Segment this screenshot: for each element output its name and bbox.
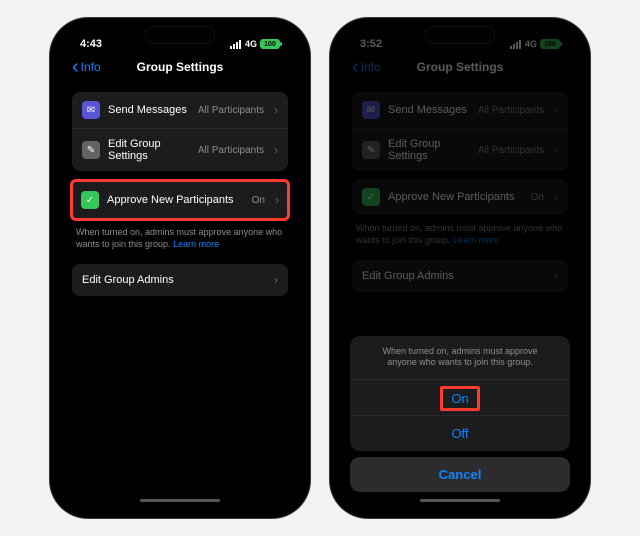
battery-icon: 100	[260, 39, 280, 49]
clock: 3:52	[360, 38, 382, 50]
status-right: 4G 100	[510, 39, 560, 49]
phone-right: 3:52 4G 100 Info Group Settings ✉ Send M…	[330, 18, 590, 518]
learn-more-link[interactable]: Learn more	[173, 239, 219, 249]
row-label: Send Messages	[388, 104, 470, 116]
chevron-right-icon: ›	[274, 103, 278, 117]
notch	[145, 26, 215, 44]
network-label: 4G	[245, 39, 257, 49]
section-permissions: ✉ Send Messages All Participants › ✎ Edi…	[72, 92, 288, 171]
pencil-icon: ✎	[362, 141, 380, 159]
row-value: All Participants	[198, 105, 264, 116]
row-label: Edit Group Admins	[82, 274, 264, 286]
status-right: 4G 100	[230, 39, 280, 49]
chevron-right-icon: ›	[275, 193, 279, 207]
bubble-icon: ✉	[82, 101, 100, 119]
approve-icon: ✓	[362, 188, 380, 206]
back-button[interactable]: Info	[352, 60, 381, 74]
row-value: On	[252, 195, 265, 206]
notch	[425, 26, 495, 44]
row-value: All Participants	[198, 145, 264, 156]
row-label: Edit Group Settings	[108, 138, 190, 162]
learn-more-link[interactable]: Learn more	[453, 235, 499, 245]
action-sheet-message: When turned on, admins must approve anyo…	[350, 336, 570, 379]
section-admins: Edit Group Admins ›	[72, 264, 288, 296]
row-edit-group-settings[interactable]: ✎ Edit Group Settings All Participants ›	[352, 128, 568, 171]
back-button[interactable]: Info	[72, 60, 101, 74]
pencil-icon: ✎	[82, 141, 100, 159]
action-sheet-body: When turned on, admins must approve anyo…	[350, 336, 570, 451]
row-send-messages[interactable]: ✉ Send Messages All Participants ›	[352, 92, 568, 128]
back-label: Info	[81, 60, 101, 74]
row-label: Edit Group Settings	[388, 138, 470, 162]
signal-icon	[510, 40, 521, 49]
row-approve-participants[interactable]: ✓ Approve New Participants On ›	[73, 182, 287, 218]
screen-right: 3:52 4G 100 Info Group Settings ✉ Send M…	[342, 28, 578, 506]
section-approve: ✓ Approve New Participants On ›	[352, 179, 568, 215]
row-label: Approve New Participants	[388, 191, 523, 203]
home-indicator	[140, 499, 220, 502]
screen-left: 4:43 4G 100 Info Group Settings ✉ Send M…	[62, 28, 298, 506]
home-indicator	[420, 499, 500, 502]
battery-icon: 100	[540, 39, 560, 49]
action-sheet-option-off[interactable]: Off	[350, 415, 570, 451]
page-title: Group Settings	[417, 60, 504, 74]
action-sheet-cancel[interactable]: Cancel	[350, 457, 570, 492]
section-approve-highlighted: ✓ Approve New Participants On ›	[70, 179, 290, 221]
back-label: Info	[361, 60, 381, 74]
action-sheet-option-on[interactable]: On	[440, 386, 479, 411]
action-sheet-option-on-wrap[interactable]: On	[350, 379, 570, 415]
chevron-right-icon: ›	[554, 269, 558, 283]
helper-text: When turned on, admins must approve anyo…	[342, 223, 578, 252]
row-label: Approve New Participants	[107, 194, 244, 206]
chevron-right-icon: ›	[554, 190, 558, 204]
row-edit-group-admins[interactable]: Edit Group Admins ›	[72, 264, 288, 296]
row-label: Send Messages	[108, 104, 190, 116]
nav-bar: Info Group Settings	[62, 54, 298, 84]
row-value: On	[531, 192, 544, 203]
helper-text: When turned on, admins must approve anyo…	[62, 227, 298, 256]
chevron-right-icon: ›	[554, 103, 558, 117]
row-edit-group-settings[interactable]: ✎ Edit Group Settings All Participants ›	[72, 128, 288, 171]
signal-icon	[230, 40, 241, 49]
approve-icon: ✓	[81, 191, 99, 209]
chevron-right-icon: ›	[274, 143, 278, 157]
clock: 4:43	[80, 38, 102, 50]
phone-left: 4:43 4G 100 Info Group Settings ✉ Send M…	[50, 18, 310, 518]
section-permissions: ✉ Send Messages All Participants › ✎ Edi…	[352, 92, 568, 171]
action-sheet: When turned on, admins must approve anyo…	[342, 336, 578, 506]
row-value: All Participants	[478, 105, 544, 116]
network-label: 4G	[525, 39, 537, 49]
bubble-icon: ✉	[362, 101, 380, 119]
chevron-right-icon: ›	[274, 273, 278, 287]
row-approve-participants[interactable]: ✓ Approve New Participants On ›	[352, 179, 568, 215]
row-label: Edit Group Admins	[362, 270, 544, 282]
chevron-right-icon: ›	[554, 143, 558, 157]
page-title: Group Settings	[137, 60, 224, 74]
nav-bar: Info Group Settings	[342, 54, 578, 84]
row-send-messages[interactable]: ✉ Send Messages All Participants ›	[72, 92, 288, 128]
section-admins: Edit Group Admins ›	[352, 260, 568, 292]
row-edit-group-admins[interactable]: Edit Group Admins ›	[352, 260, 568, 292]
row-value: All Participants	[478, 145, 544, 156]
